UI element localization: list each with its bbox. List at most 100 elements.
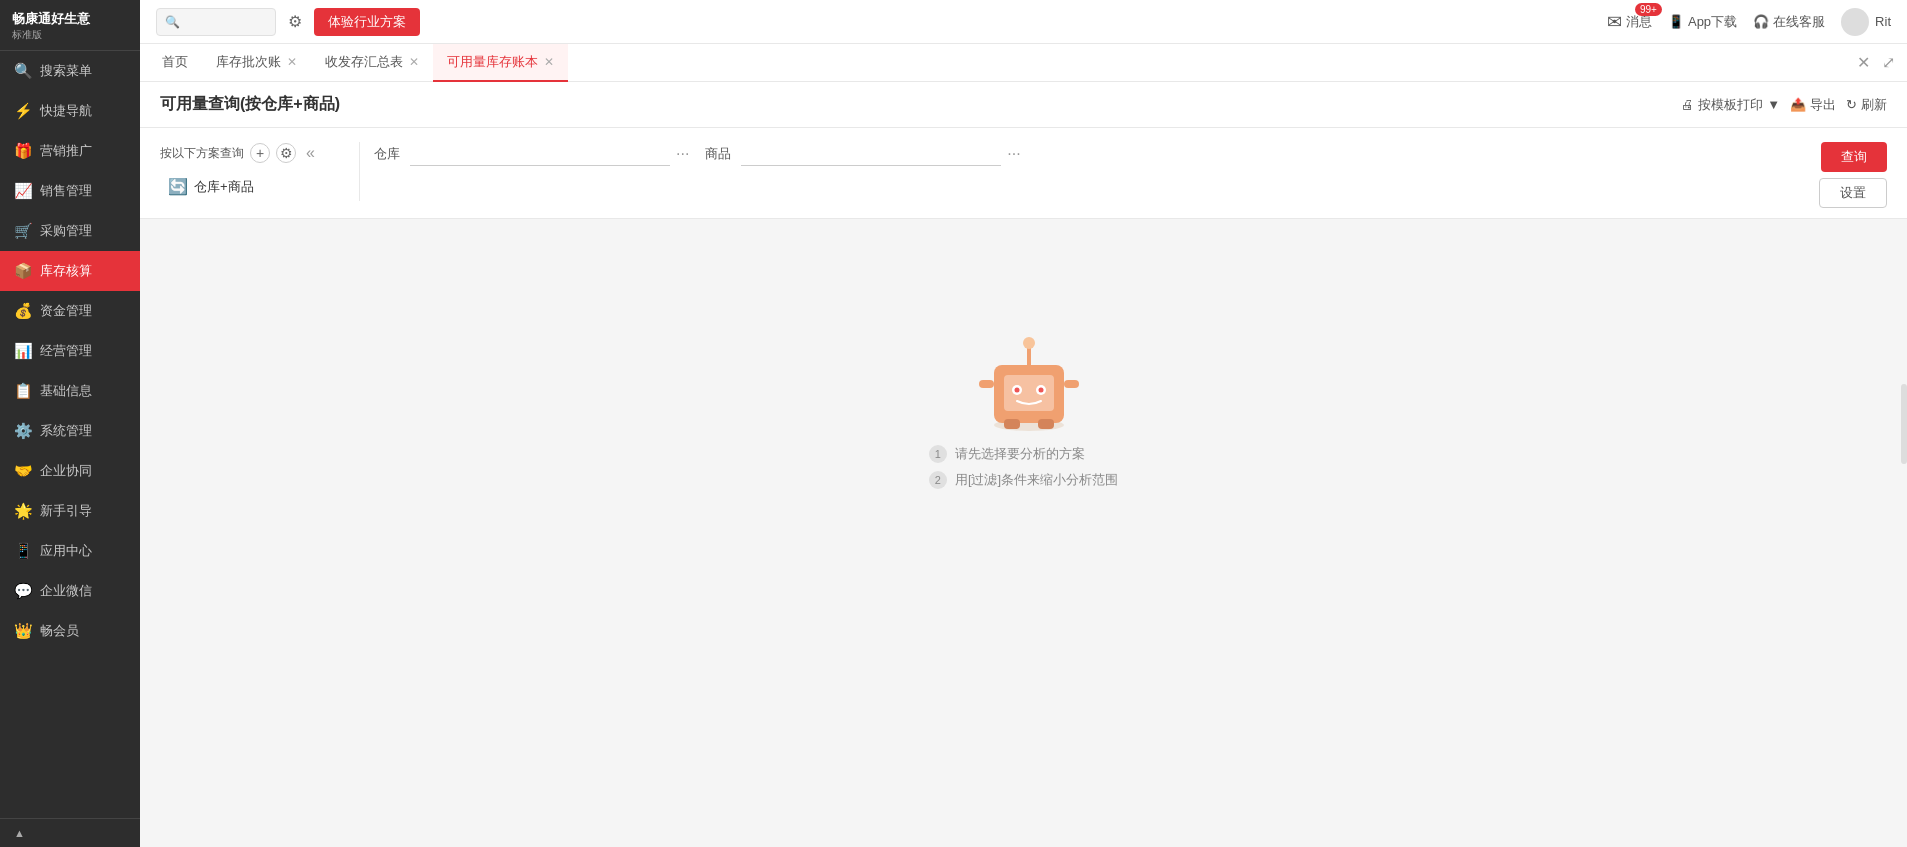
sidebar-item-label: 采购管理 <box>40 222 92 240</box>
finance-icon: 💰 <box>14 302 32 320</box>
sidebar-item-label: 畅会员 <box>40 622 79 640</box>
topbar: 🔍 ⚙ 体验行业方案 ✉ 消息 99+ 📱 App下载 🎧 在线客服 Rit <box>140 0 1907 44</box>
service-icon: 🎧 <box>1753 14 1769 29</box>
sidebar-item-purchase[interactable]: 🛒 采购管理 <box>0 211 140 251</box>
online-service-label: 在线客服 <box>1773 13 1825 31</box>
sidebar-item-guide[interactable]: 🌟 新手引导 <box>0 491 140 531</box>
sidebar-item-label: 库存核算 <box>40 262 92 280</box>
svg-rect-2 <box>1004 375 1054 411</box>
tab-receipt-summary[interactable]: 收发存汇总表 ✕ <box>311 44 433 82</box>
message-icon: ✉ <box>1607 11 1622 33</box>
print-dropdown-icon[interactable]: ▼ <box>1767 97 1780 112</box>
app-download-label: App下载 <box>1688 13 1737 31</box>
hint-text-1: 请先选择要分析的方案 <box>955 441 1085 467</box>
refresh-icon: ↻ <box>1846 97 1857 112</box>
svg-rect-12 <box>1038 419 1054 429</box>
sidebar-item-search[interactable]: 🔍 搜索菜单 <box>0 51 140 91</box>
sidebar-item-basic[interactable]: 📋 基础信息 <box>0 371 140 411</box>
tabs-bar: 首页 库存批次账 ✕ 收发存汇总表 ✕ 可用量库存账本 ✕ ✕ ⤢ <box>140 44 1907 82</box>
topbar-search-icon: 🔍 <box>165 15 180 29</box>
sidebar-item-operation[interactable]: 📊 经营管理 <box>0 331 140 371</box>
query-button[interactable]: 查询 <box>1821 142 1887 172</box>
scheme-add-button[interactable]: + <box>250 143 270 163</box>
sidebar-item-enterprise[interactable]: 🤝 企业协同 <box>0 451 140 491</box>
logo-title: 畅康通好生意 <box>12 10 128 28</box>
warehouse-more-button[interactable]: ··· <box>676 145 689 163</box>
tab-available-ledger-label: 可用量库存账本 <box>447 53 538 71</box>
hint-text-2: 用[过滤]条件来缩小分析范围 <box>955 467 1118 493</box>
sidebar-item-label: 应用中心 <box>40 542 92 560</box>
tabs-actions: ✕ ⤢ <box>1853 49 1899 76</box>
sidebar-logo: 畅康通好生意 标准版 <box>0 0 140 51</box>
tab-batch-account-close[interactable]: ✕ <box>287 55 297 69</box>
tab-home[interactable]: 首页 <box>148 44 202 82</box>
scheme-header-label: 按以下方案查询 <box>160 145 244 162</box>
sidebar-item-member[interactable]: 👑 畅会员 <box>0 611 140 651</box>
expand-tab-button[interactable]: ⤢ <box>1878 49 1899 76</box>
hint-num-1: 1 <box>929 445 947 463</box>
topbar-right: ✉ 消息 99+ 📱 App下载 🎧 在线客服 Rit <box>1607 8 1891 36</box>
sidebar-bottom[interactable]: ▲ <box>0 818 140 847</box>
page-header: 可用量查询(按仓库+商品) 🖨 按模板打印 ▼ 📤 导出 ↻ 刷新 <box>140 82 1907 128</box>
user-profile-button[interactable]: Rit <box>1841 8 1891 36</box>
scheme-settings-button[interactable]: ⚙ <box>276 143 296 163</box>
print-label: 按模板打印 <box>1698 96 1763 114</box>
page-actions: 🖨 按模板打印 ▼ 📤 导出 ↻ 刷新 <box>1681 96 1887 114</box>
topbar-search-box[interactable]: 🔍 <box>156 8 276 36</box>
export-label: 导出 <box>1810 96 1836 114</box>
sidebar: 畅康通好生意 标准版 🔍 搜索菜单 ⚡ 快捷导航 🎁 营销推广 📈 销售管理 🛒… <box>0 0 140 847</box>
trial-industry-button[interactable]: 体验行业方案 <box>314 8 420 36</box>
product-more-button[interactable]: ··· <box>1007 145 1020 163</box>
sidebar-item-finance[interactable]: 💰 资金管理 <box>0 291 140 331</box>
sidebar-item-shortcut[interactable]: ⚡ 快捷导航 <box>0 91 140 131</box>
sidebar-item-sales[interactable]: 📈 销售管理 <box>0 171 140 211</box>
tab-available-ledger[interactable]: 可用量库存账本 ✕ <box>433 44 568 82</box>
sidebar-item-label: 经营管理 <box>40 342 92 360</box>
sidebar-item-label: 基础信息 <box>40 382 92 400</box>
tab-batch-account[interactable]: 库存批次账 ✕ <box>202 44 311 82</box>
page-content: 可用量查询(按仓库+商品) 🖨 按模板打印 ▼ 📤 导出 ↻ 刷新 <box>140 82 1907 847</box>
sidebar-item-label: 销售管理 <box>40 182 92 200</box>
tab-home-label: 首页 <box>162 53 188 71</box>
product-input[interactable] <box>741 142 1001 166</box>
print-template-button[interactable]: 🖨 按模板打印 ▼ <box>1681 96 1780 114</box>
filter-action-col: 查询 设置 <box>1807 142 1887 208</box>
app-download-button[interactable]: 📱 App下载 <box>1668 13 1737 31</box>
scheme-item-label: 仓库+商品 <box>194 178 254 196</box>
main-area: 🔍 ⚙ 体验行业方案 ✉ 消息 99+ 📱 App下载 🎧 在线客服 Rit <box>140 0 1907 847</box>
empty-icon <box>974 325 1074 425</box>
app-download-icon: 📱 <box>1668 14 1684 29</box>
online-service-button[interactable]: 🎧 在线客服 <box>1753 13 1825 31</box>
filter-fields: 仓库 ··· 商品 ··· <box>374 142 1807 166</box>
sidebar-item-marketing[interactable]: 🎁 营销推广 <box>0 131 140 171</box>
page-title: 可用量查询(按仓库+商品) <box>160 94 340 115</box>
right-scrollbar[interactable] <box>1901 384 1907 464</box>
empty-hints: 1 请先选择要分析的方案 2 用[过滤]条件来缩小分析范围 <box>929 441 1118 493</box>
sidebar-item-wechat[interactable]: 💬 企业微信 <box>0 571 140 611</box>
export-button[interactable]: 📤 导出 <box>1790 96 1836 114</box>
tab-available-ledger-close[interactable]: ✕ <box>544 55 554 69</box>
app-center-icon: 📱 <box>14 542 32 560</box>
sidebar-item-system[interactable]: ⚙️ 系统管理 <box>0 411 140 451</box>
settings-button[interactable]: 设置 <box>1819 178 1887 208</box>
warehouse-input[interactable] <box>410 142 670 166</box>
user-name: Rit <box>1875 14 1891 29</box>
sidebar-item-app-center[interactable]: 📱 应用中心 <box>0 531 140 571</box>
filter-scheme-header: 按以下方案查询 + ⚙ « <box>160 142 345 164</box>
member-icon: 👑 <box>14 622 32 640</box>
topbar-gear-icon[interactable]: ⚙ <box>284 12 306 31</box>
svg-point-8 <box>1023 337 1035 349</box>
sidebar-item-inventory[interactable]: 📦 库存核算 <box>0 251 140 291</box>
scheme-item-warehouse-product[interactable]: 🔄 仓库+商品 <box>160 172 345 201</box>
tab-receipt-summary-close[interactable]: ✕ <box>409 55 419 69</box>
svg-point-6 <box>1038 388 1043 393</box>
scheme-collapse-button[interactable]: « <box>302 142 319 164</box>
refresh-button[interactable]: ↻ 刷新 <box>1846 96 1887 114</box>
sidebar-item-label: 快捷导航 <box>40 102 92 120</box>
print-icon: 🖨 <box>1681 97 1694 112</box>
close-all-tabs-button[interactable]: ✕ <box>1853 49 1874 76</box>
basic-icon: 📋 <box>14 382 32 400</box>
sales-icon: 📈 <box>14 182 32 200</box>
purchase-icon: 🛒 <box>14 222 32 240</box>
message-button[interactable]: ✉ 消息 99+ <box>1607 11 1652 33</box>
